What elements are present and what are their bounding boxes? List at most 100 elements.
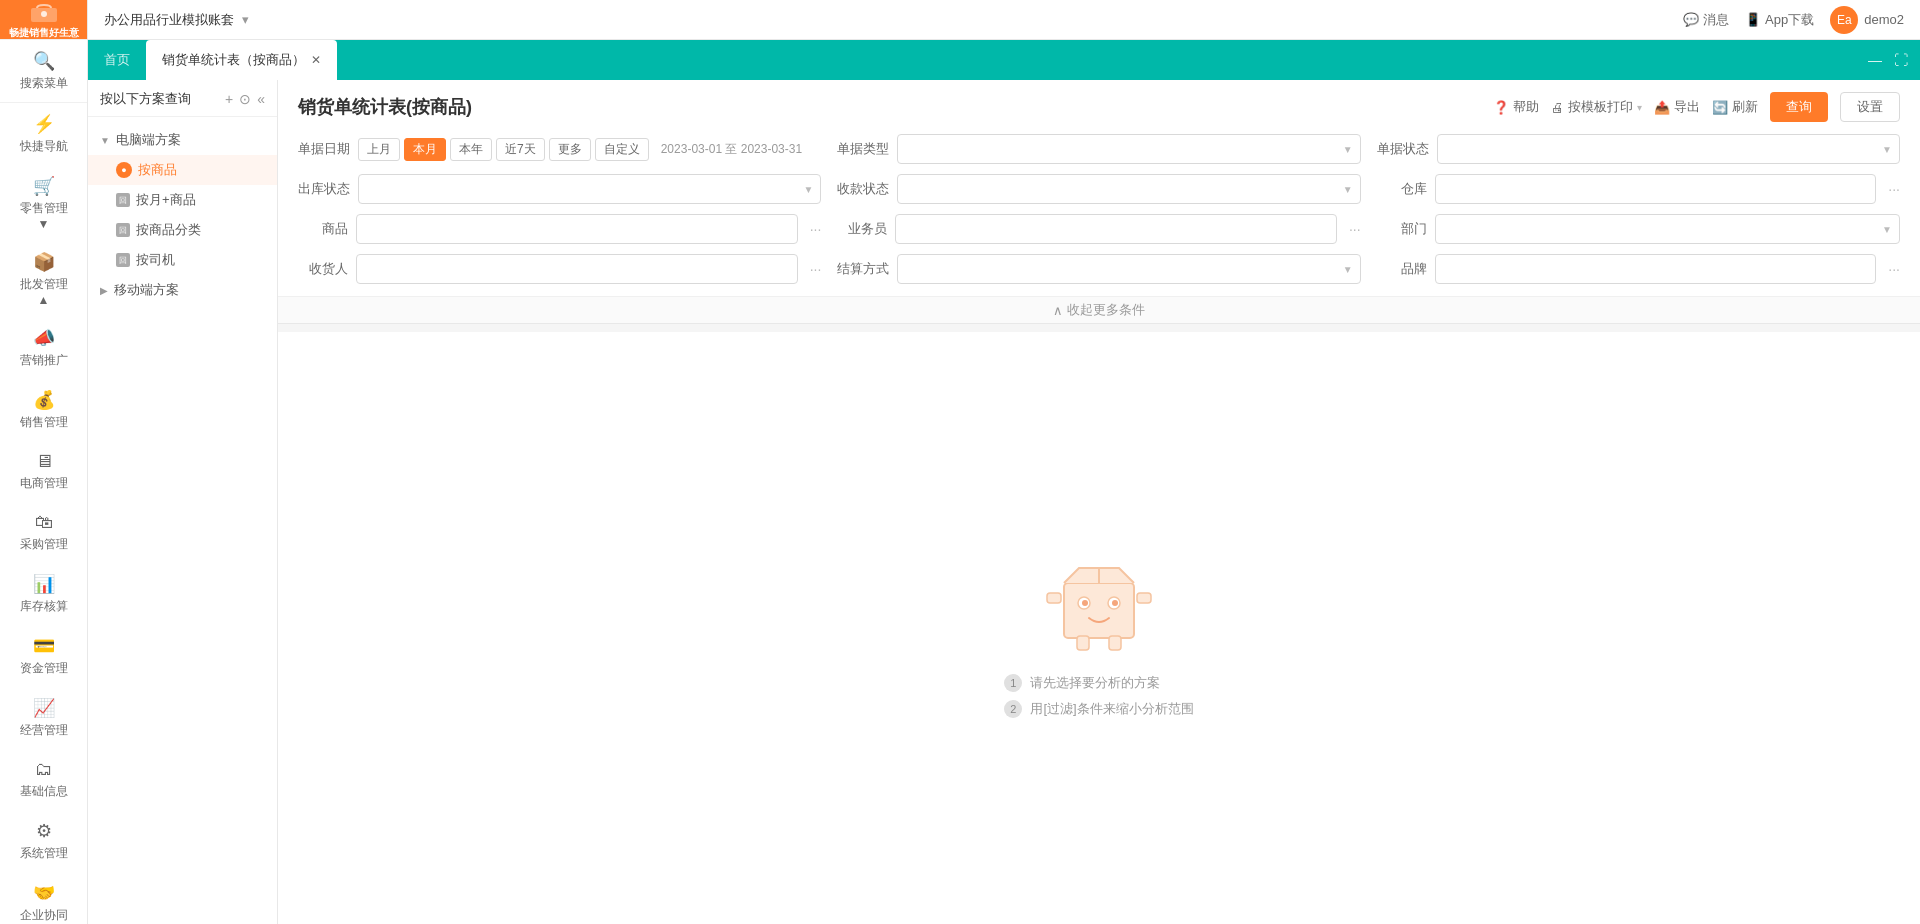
main-content: 办公用品行业模拟账套 ▾ 💬 消息 📱 App下载 Ea demo2 首页 [88,0,1920,924]
settle-wrap: ▼ [897,254,1360,284]
dept-label: 部门 [1377,220,1427,238]
tab-sales-stat[interactable]: 销货单统计表（按商品） ✕ [146,40,337,80]
svg-rect-10 [1047,593,1061,603]
tab-close-icon[interactable]: ✕ [311,53,321,67]
out-status-label: 出库状态 [298,180,350,198]
sidebar-item-basic-info[interactable]: 🗂 基础信息 [0,749,87,810]
sidebar-item-system[interactable]: ⚙ 系统管理 [0,810,87,872]
sidebar-item-sales[interactable]: 💰 销售管理 [0,379,87,441]
receiver-input[interactable] [356,254,798,284]
tab-actions: — ⛶ [1864,48,1920,72]
doc-type-input[interactable]: 销货单 [897,134,1360,164]
scheme-edit-btn[interactable]: ⊙ [239,91,251,107]
sidebar-item-finance[interactable]: 💳 资金管理 [0,625,87,687]
scheme-panel-title: 按以下方案查询 [100,90,191,108]
scheme-group-mobile-header[interactable]: ▶ 移动端方案 [88,275,277,305]
date-btn-custom[interactable]: 自定义 [595,138,649,161]
help-btn[interactable]: ❓ 帮助 [1493,98,1539,116]
scheme-item-by-product[interactable]: ● 按商品 [88,155,277,185]
sidebar-item-ecom[interactable]: 🖥 电商管理 [0,441,87,502]
date-btn-this-year[interactable]: 本年 [450,138,492,161]
sidebar-item-search[interactable]: 🔍 搜索菜单 [0,39,87,103]
scheme-group-desktop-header[interactable]: ▼ 电脑端方案 [88,125,277,155]
export-btn[interactable]: 📤 导出 [1654,98,1700,116]
sidebar-item-retail[interactable]: 🛒 零售管理 ▼ [0,165,87,241]
svg-point-1 [41,11,47,17]
sidebar-item-purchase[interactable]: 🛍 采购管理 [0,502,87,563]
goods-input[interactable] [356,214,798,244]
sidebar-item-wholesale[interactable]: 📦 批发管理 ▲ [0,241,87,317]
scheme-collapse-btn[interactable]: « [257,91,265,107]
filter-row-1: 单据日期 上月 本月 本年 近7天 更多 自定义 2023-03-01 至 20… [298,134,1900,164]
scheme-header-actions: + ⊙ « [225,91,265,107]
filter-group-warehouse: 仓库 ··· [1377,174,1900,204]
scheme-item-icon-month: 回 [116,193,130,207]
finance-label: 资金管理 [20,660,68,677]
tab-home[interactable]: 首页 [88,40,146,80]
collect-status-wrap: ▼ [897,174,1360,204]
receiver-more-icon[interactable]: ··· [810,261,822,277]
breadcrumb-dropdown-icon[interactable]: ▾ [242,12,249,27]
date-btn-this-month[interactable]: 本月 [404,138,446,161]
collect-status-input[interactable] [897,174,1360,204]
system-label: 系统管理 [20,845,68,862]
svg-point-7 [1112,600,1118,606]
group-mobile-label: 移动端方案 [114,281,179,299]
date-btn-7days[interactable]: 近7天 [496,138,545,161]
scheme-group-desktop: ▼ 电脑端方案 ● 按商品 回 按月+商品 回 按商品分类 [88,125,277,275]
scheme-item-by-category[interactable]: 回 按商品分类 [88,215,277,245]
svg-rect-8 [1077,636,1089,650]
tab-maximize-icon[interactable]: ⛶ [1890,48,1912,72]
sidebar-item-operations[interactable]: 📈 经营管理 [0,687,87,749]
brand-input[interactable] [1435,254,1877,284]
collapse-bar: ∧ 收起更多条件 [278,296,1920,323]
group-desktop-label: 电脑端方案 [116,131,181,149]
wholesale-label: 批发管理 [20,276,68,293]
date-btn-last-month[interactable]: 上月 [358,138,400,161]
date-btn-more[interactable]: 更多 [549,138,591,161]
warehouse-more-icon[interactable]: ··· [1888,181,1900,197]
doc-type-label: 单据类型 [837,140,889,158]
print-dropdown-icon[interactable]: ▾ [1637,102,1642,113]
system-icon: ⚙ [36,820,52,842]
scheme-add-btn[interactable]: + [225,91,233,107]
collect-status-label: 收款状态 [837,180,889,198]
query-button[interactable]: 查询 [1770,92,1828,122]
scheme-item-month-label: 按月+商品 [136,191,196,209]
sidebar-item-quick-nav[interactable]: ⚡ 快捷导航 [0,103,87,165]
goods-more-icon[interactable]: ··· [810,221,822,237]
staff-input[interactable] [895,214,1337,244]
sidebar-item-inventory[interactable]: 📊 库存核算 [0,563,87,625]
ecom-icon: 🖥 [35,451,53,472]
step-2-text: 用[过滤]条件来缩小分析范围 [1030,700,1193,718]
scheme-item-by-month-product[interactable]: 回 按月+商品 [88,185,277,215]
message-icon: 💬 [1683,12,1699,27]
brand-label: 品牌 [1377,260,1427,278]
user-profile[interactable]: Ea demo2 [1830,6,1904,34]
brand-more-icon[interactable]: ··· [1888,261,1900,277]
tab-minimize-icon[interactable]: — [1864,48,1886,72]
svg-rect-9 [1109,636,1121,650]
quick-nav-icon: ⚡ [33,113,55,135]
collapse-button[interactable]: ∧ 收起更多条件 [1053,301,1145,319]
settings-button[interactable]: 设置 [1840,92,1900,122]
scheme-item-by-cashier[interactable]: 回 按司机 [88,245,277,275]
sidebar-item-enterprise[interactable]: 🤝 企业协同 [0,872,87,924]
filter-group-brand: 品牌 ··· [1377,254,1900,284]
svg-rect-11 [1137,593,1151,603]
print-btn[interactable]: 🖨 按模板打印 ▾ [1551,98,1642,116]
dept-input[interactable] [1435,214,1900,244]
message-btn[interactable]: 💬 消息 [1683,11,1729,29]
out-status-input[interactable]: 已出库 [358,174,821,204]
filter-group-out-status: 出库状态 已出库 ▼ [298,174,821,204]
refresh-btn[interactable]: 🔄 刷新 [1712,98,1758,116]
collapse-up-icon: ∧ [1053,303,1063,318]
app-download-btn[interactable]: 📱 App下载 [1745,11,1814,29]
page-title-bar: 销货单统计表(按商品) ❓ 帮助 🖨 按模板打印 ▾ 📤 [278,80,1920,324]
doc-status-input[interactable]: 已生效 [1437,134,1900,164]
settle-input[interactable] [897,254,1360,284]
wholesale-icon: 📦 [33,251,55,273]
warehouse-input[interactable] [1435,174,1877,204]
sidebar-item-marketing[interactable]: 📣 营销推广 [0,317,87,379]
staff-more-icon[interactable]: ··· [1349,221,1361,237]
